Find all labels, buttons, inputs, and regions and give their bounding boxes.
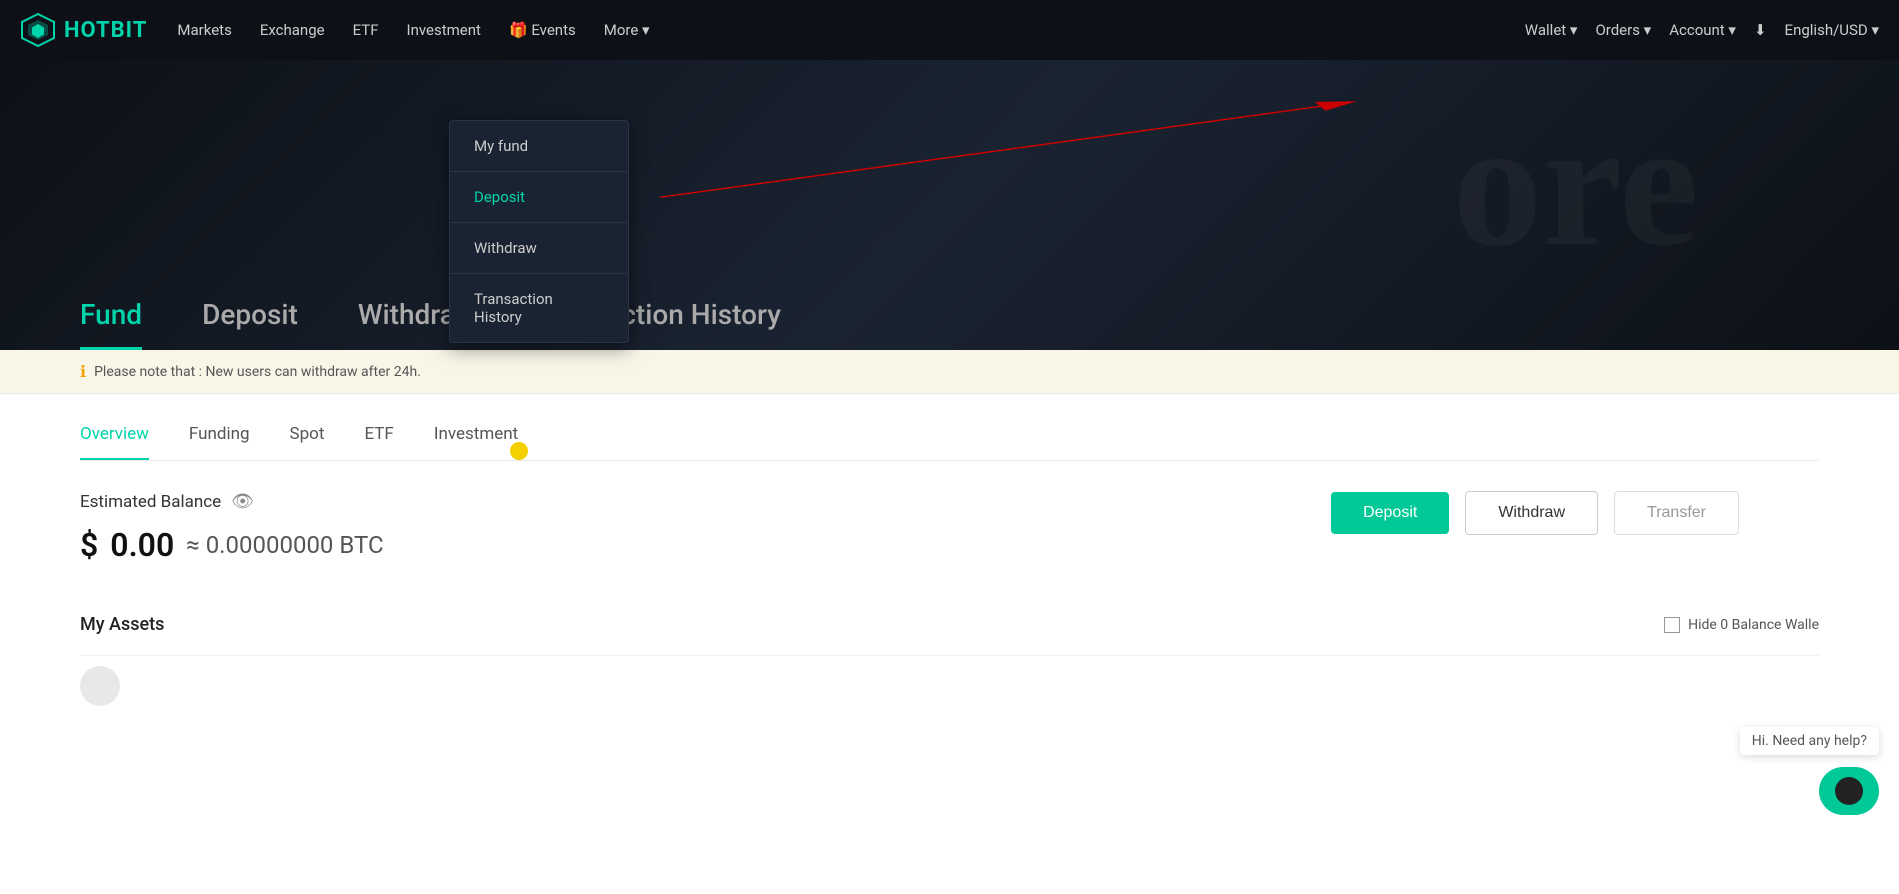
sub-tab-investment[interactable]: Investment <box>434 424 518 460</box>
nav-orders[interactable]: Orders ▾ <box>1595 21 1651 39</box>
nav-exchange[interactable]: Exchange <box>260 21 325 39</box>
sub-tabs: Overview Funding Spot ETF Investment <box>80 424 1819 461</box>
nav-investment[interactable]: Investment <box>407 21 481 39</box>
dropdown-my-fund[interactable]: My fund <box>450 121 628 172</box>
nav-events[interactable]: 🎁 Events <box>509 21 576 39</box>
hero-tabs: Fund Deposit Withdraw Transaction Histor… <box>0 298 1899 350</box>
balance-value: $ 0.00 ≈ 0.00000000 BTC <box>80 526 384 564</box>
hero-watermark: ore <box>1452 80 1699 287</box>
sub-tab-funding[interactable]: Funding <box>189 424 250 460</box>
hero-content: Fund Deposit Withdraw Transaction Histor… <box>0 298 1899 350</box>
nav-language[interactable]: English/USD ▾ <box>1785 21 1879 39</box>
brand-name: HOTBIT <box>64 18 147 43</box>
sub-tab-etf[interactable]: ETF <box>364 424 393 460</box>
main-content: Overview Funding Spot ETF Investment Est… <box>0 394 1899 894</box>
balance-row: Estimated Balance 👁 $ 0.00 ≈ 0.00000000 … <box>80 491 1819 594</box>
my-assets-title: My Assets <box>80 614 164 635</box>
nav-markets[interactable]: Markets <box>177 21 231 39</box>
chat-dot <box>1835 777 1863 805</box>
balance-dollar: $ <box>80 526 98 564</box>
chat-help-text: Hi. Need any help? <box>1740 727 1879 755</box>
sub-tab-overview[interactable]: Overview <box>80 424 149 460</box>
nav-links: Markets Exchange ETF Investment 🎁 Events… <box>177 21 1524 39</box>
balance-actions: Deposit Withdraw Transfer <box>1331 491 1739 535</box>
hide-zero-checkbox[interactable] <box>1664 617 1680 633</box>
withdraw-button[interactable]: Withdraw <box>1465 491 1598 535</box>
hide-zero-balance[interactable]: Hide 0 Balance Walle <box>1664 617 1819 633</box>
nav-account[interactable]: Account ▾ <box>1669 21 1736 39</box>
hero-section: ore Fund Deposit Withdraw Transaction Hi… <box>0 60 1899 350</box>
balance-label-text: Estimated Balance <box>80 492 221 512</box>
nav-download[interactable]: ⬇ <box>1754 21 1767 39</box>
deposit-button[interactable]: Deposit <box>1331 492 1449 534</box>
nav-more[interactable]: More ▾ <box>604 21 650 39</box>
logo[interactable]: HOTBIT <box>20 12 147 48</box>
balance-section: Estimated Balance 👁 $ 0.00 ≈ 0.00000000 … <box>80 491 384 564</box>
dropdown-transaction-history[interactable]: Transaction History <box>450 274 628 342</box>
wallet-dropdown-menu: My fund Deposit Withdraw Transaction His… <box>449 120 629 343</box>
my-assets-header: My Assets Hide 0 Balance Walle <box>80 614 1819 635</box>
hide-zero-text: Hide 0 Balance Walle <box>1688 617 1819 633</box>
dropdown-deposit[interactable]: Deposit <box>450 172 628 223</box>
navbar: HOTBIT Markets Exchange ETF Investment 🎁… <box>0 0 1899 60</box>
balance-amount: 0.00 <box>110 526 174 564</box>
eye-icon[interactable]: 👁 <box>231 491 254 512</box>
page-wrapper: HOTBIT Markets Exchange ETF Investment 🎁… <box>0 0 1899 894</box>
nav-right: Wallet ▾ Orders ▾ Account ▾ ⬇ English/US… <box>1525 21 1879 39</box>
yellow-dot <box>510 442 528 460</box>
hero-tab-fund[interactable]: Fund <box>80 298 142 350</box>
notice-icon: ℹ <box>80 362 86 381</box>
balance-approx: ≈ 0.00000000 BTC <box>186 531 383 559</box>
sub-tab-spot[interactable]: Spot <box>290 424 325 460</box>
transfer-button[interactable]: Transfer <box>1614 491 1739 535</box>
chat-bubble[interactable]: Hi. Need any help? <box>1819 767 1879 815</box>
nav-etf[interactable]: ETF <box>353 21 379 39</box>
notice-text: Please note that : New users can withdra… <box>94 364 421 380</box>
logo-icon <box>20 12 56 48</box>
notice-bar: ℹ Please note that : New users can withd… <box>0 350 1899 394</box>
dropdown-withdraw[interactable]: Withdraw <box>450 223 628 274</box>
asset-list <box>80 655 1819 710</box>
asset-icon-placeholder <box>80 666 120 706</box>
hero-tab-deposit[interactable]: Deposit <box>202 298 298 350</box>
nav-wallet[interactable]: Wallet ▾ <box>1525 21 1578 39</box>
balance-label: Estimated Balance 👁 <box>80 491 384 512</box>
